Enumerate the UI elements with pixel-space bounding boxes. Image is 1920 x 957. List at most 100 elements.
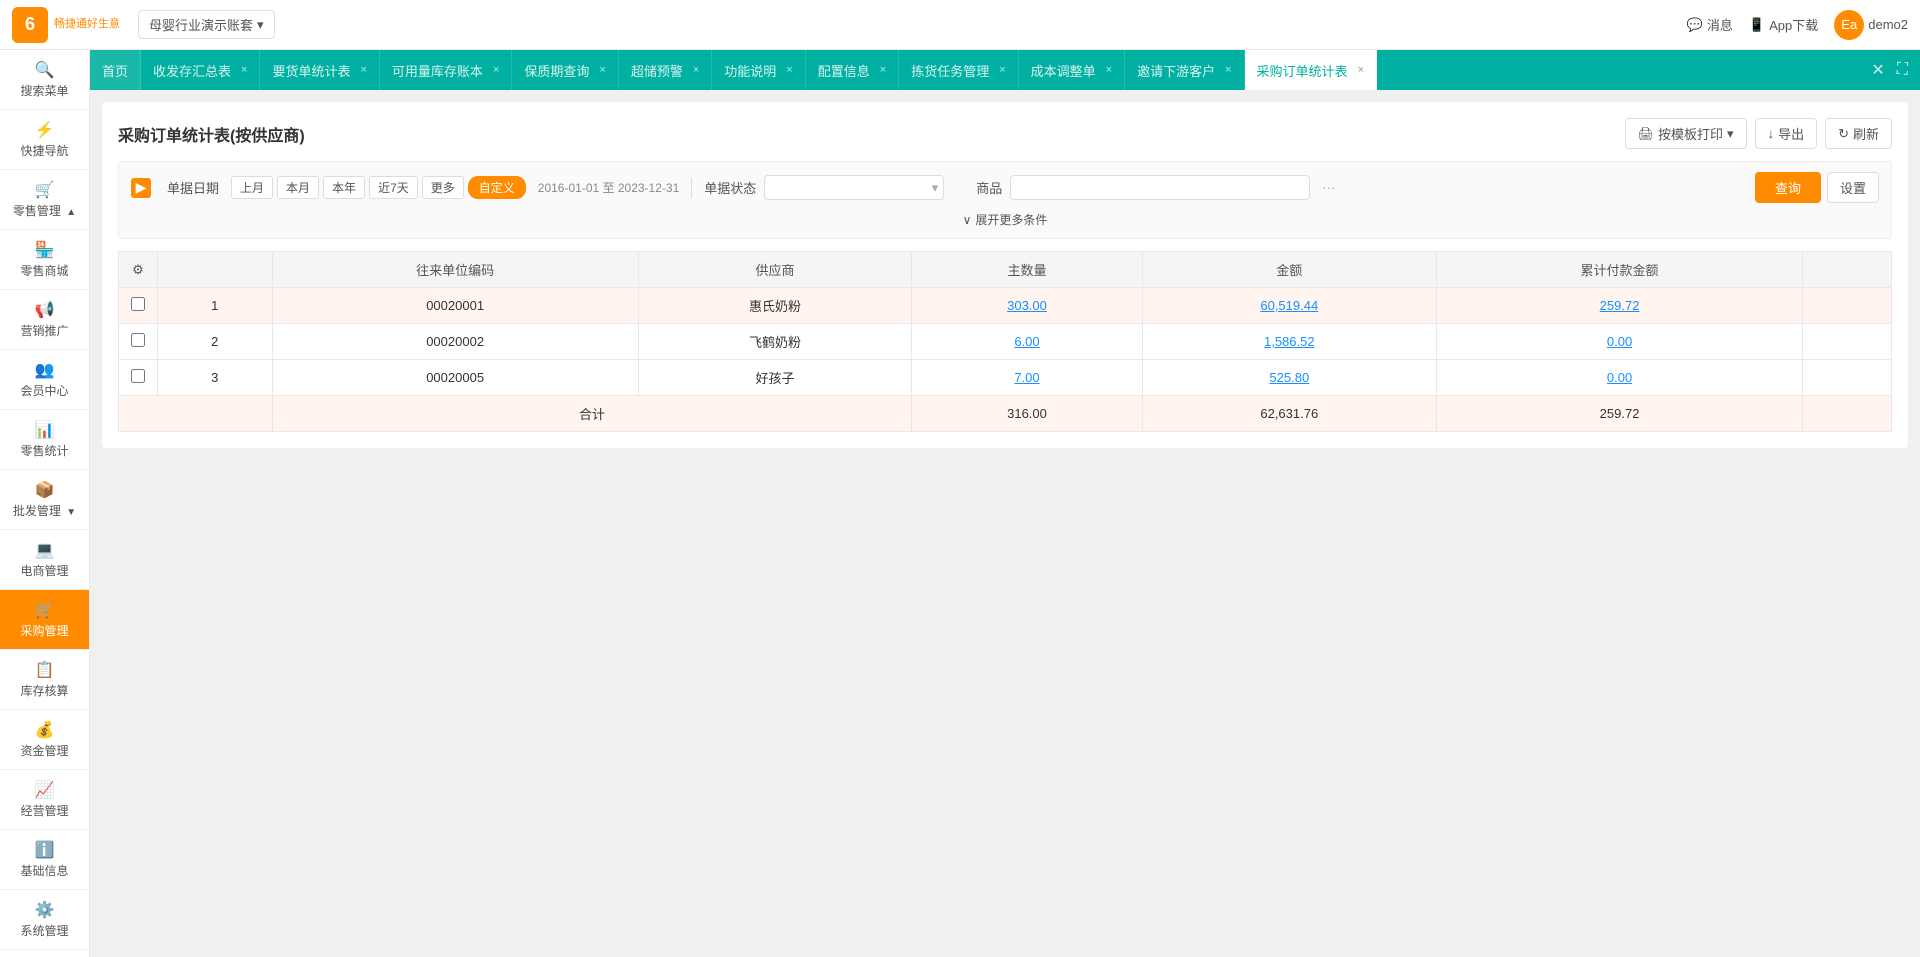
close-all-tabs-icon[interactable]: ✕ xyxy=(1867,56,1888,84)
this-month-btn[interactable]: 本月 xyxy=(277,176,319,199)
message-button[interactable]: 💬 消息 xyxy=(1687,15,1733,34)
sidebar-item-basic-info[interactable]: ℹ️ 基础信息 xyxy=(0,830,89,890)
tab-label: 邀请下游客户 xyxy=(1137,61,1215,80)
row-checkbox-cell[interactable] xyxy=(119,324,158,360)
tab-purchase-order-stats[interactable]: 采购订单统计表 × xyxy=(1245,50,1377,90)
maximize-icon[interactable]: ⛶ xyxy=(1893,57,1912,83)
row-checkbox-cell[interactable] xyxy=(119,360,158,396)
tab-invite-downstream[interactable]: 邀请下游客户 × xyxy=(1125,50,1244,90)
goods-more-icon[interactable]: ··· xyxy=(1322,180,1335,195)
sidebar-item-wholesale-mgmt[interactable]: 📦 批发管理 ▼ xyxy=(0,470,89,530)
tab-function-desc[interactable]: 功能说明 × xyxy=(712,50,805,90)
tab-close-icon[interactable]: × xyxy=(1106,64,1112,76)
table-row[interactable]: 3 00020005 好孩子 7.00 525.80 0.00 xyxy=(119,360,1892,396)
row-checkbox-cell[interactable] xyxy=(119,288,158,324)
row-paid[interactable]: 259.72 xyxy=(1437,288,1803,324)
sidebar-item-member-center[interactable]: 👥 会员中心 xyxy=(0,350,89,410)
print-label: 按模板打印 xyxy=(1658,124,1723,143)
tab-home[interactable]: 首页 xyxy=(90,50,141,90)
tab-close-icon[interactable]: × xyxy=(786,64,792,76)
row-supplier: 惠氏奶粉 xyxy=(638,288,912,324)
print-button[interactable]: 🖨 按模板打印 ▾ xyxy=(1625,118,1747,149)
tab-close-icon[interactable]: × xyxy=(360,64,366,76)
action-buttons: 查询 设置 xyxy=(1755,172,1879,203)
data-table: ⚙ 往来单位编码 供应商 主数量 金额 累计付款金额 1 000200 xyxy=(118,251,1892,432)
sidebar-item-system-mgmt[interactable]: ⚙️ 系统管理 xyxy=(0,890,89,950)
tab-close-icon[interactable]: × xyxy=(999,64,1005,76)
tab-receive-send-summary[interactable]: 收发存汇总表 × xyxy=(141,50,260,90)
col-extra xyxy=(1803,252,1892,288)
sidebar-item-purchase-mgmt[interactable]: 🛒 采购管理 xyxy=(0,590,89,650)
sidebar-item-label: 批发管理 xyxy=(13,504,61,518)
tab-order-stats[interactable]: 要货单统计表 × xyxy=(260,50,379,90)
export-button[interactable]: ↓ 导出 xyxy=(1755,118,1818,149)
refresh-button[interactable]: ↻ 刷新 xyxy=(1825,118,1892,149)
tab-pick-task-mgmt[interactable]: 拣货任务管理 × xyxy=(899,50,1018,90)
page-title: 采购订单统计表(按供应商) xyxy=(118,122,305,146)
status-select[interactable] xyxy=(764,175,944,200)
workspace-selector[interactable]: 母婴行业演示账套 ▾ xyxy=(138,10,275,39)
tab-close-icon[interactable]: × xyxy=(1358,64,1364,76)
footer-label: 合计 xyxy=(272,396,912,432)
more-date-btn[interactable]: 更多 xyxy=(422,176,464,199)
search-button[interactable]: 查询 xyxy=(1755,172,1821,203)
sidebar-item-search[interactable]: 🔍 搜索菜单 xyxy=(0,50,89,110)
settings-button[interactable]: 设置 xyxy=(1827,172,1879,203)
row-checkbox[interactable] xyxy=(131,369,145,383)
tab-config-info[interactable]: 配置信息 × xyxy=(806,50,899,90)
row-paid[interactable]: 0.00 xyxy=(1437,360,1803,396)
col-settings[interactable]: ⚙ xyxy=(119,252,158,288)
sidebar-item-enterprise-collab[interactable]: 🤝 企业协同 xyxy=(0,950,89,957)
row-paid[interactable]: 0.00 xyxy=(1437,324,1803,360)
this-year-btn[interactable]: 本年 xyxy=(323,176,365,199)
row-qty[interactable]: 7.00 xyxy=(912,360,1142,396)
tab-close-icon[interactable]: × xyxy=(241,64,247,76)
sidebar-item-inventory[interactable]: 📋 库存核算 xyxy=(0,650,89,710)
row-qty[interactable]: 303.00 xyxy=(912,288,1142,324)
sidebar-item-finance[interactable]: 💰 资金管理 xyxy=(0,710,89,770)
row-amount[interactable]: 60,519.44 xyxy=(1142,288,1436,324)
col-code: 往来单位编码 xyxy=(272,252,638,288)
sidebar-item-retail-mall[interactable]: 🏪 零售商城 xyxy=(0,230,89,290)
nav-tabs: 首页 收发存汇总表 × 要货单统计表 × 可用量库存账本 × 保质期查询 × 超… xyxy=(90,50,1920,90)
sidebar-item-ecommerce[interactable]: 💻 电商管理 xyxy=(0,530,89,590)
tab-overstock-warning[interactable]: 超储预警 × xyxy=(619,50,712,90)
row-checkbox[interactable] xyxy=(131,297,145,311)
tab-close-icon[interactable]: × xyxy=(693,64,699,76)
sidebar-item-label: 零售管理 xyxy=(13,204,61,218)
sidebar-item-retail-stats[interactable]: 📊 零售统计 xyxy=(0,410,89,470)
sidebar-item-operations[interactable]: 📈 经营管理 xyxy=(0,770,89,830)
marketing-icon: 📢 xyxy=(4,300,85,320)
tab-expiry-query[interactable]: 保质期查询 × xyxy=(512,50,618,90)
status-label: 单据状态 xyxy=(704,178,756,197)
ecommerce-icon: 💻 xyxy=(4,540,85,560)
tab-close-icon[interactable]: × xyxy=(599,64,605,76)
sidebar-item-marketing[interactable]: 📢 营销推广 xyxy=(0,290,89,350)
last-7-days-btn[interactable]: 近7天 xyxy=(369,176,418,199)
row-supplier: 好孩子 xyxy=(638,360,912,396)
tab-close-icon[interactable]: × xyxy=(1225,64,1231,76)
tab-close-icon[interactable]: × xyxy=(880,64,886,76)
row-amount[interactable]: 525.80 xyxy=(1142,360,1436,396)
tab-cost-adjustment[interactable]: 成本调整单 × xyxy=(1019,50,1125,90)
table-row[interactable]: 2 00020002 飞鹤奶粉 6.00 1,586.52 0.00 xyxy=(119,324,1892,360)
sidebar-item-quick-nav[interactable]: ⚡ 快捷导航 xyxy=(0,110,89,170)
sidebar-item-retail-mgmt[interactable]: 🛒 零售管理 ▲ xyxy=(0,170,89,230)
filter-toggle-button[interactable]: ▶ xyxy=(131,178,151,198)
tab-label: 保质期查询 xyxy=(524,61,589,80)
row-checkbox[interactable] xyxy=(131,333,145,347)
goods-input[interactable] xyxy=(1010,175,1310,200)
row-qty[interactable]: 6.00 xyxy=(912,324,1142,360)
tab-close-icon[interactable]: × xyxy=(493,64,499,76)
last-month-btn[interactable]: 上月 xyxy=(231,176,273,199)
sidebar-item-label: 基础信息 xyxy=(20,864,68,878)
user-area[interactable]: Ea demo2 xyxy=(1834,10,1908,40)
table-row[interactable]: 1 00020001 惠氏奶粉 303.00 60,519.44 259.72 xyxy=(119,288,1892,324)
row-amount[interactable]: 1,586.52 xyxy=(1142,324,1436,360)
tab-available-stock[interactable]: 可用量库存账本 × xyxy=(380,50,512,90)
sidebar-item-label: 电商管理 xyxy=(20,564,68,578)
footer-extra xyxy=(1803,396,1892,432)
expand-more-button[interactable]: ∨ 展开更多条件 xyxy=(963,211,1048,228)
custom-date-btn[interactable]: 自定义 xyxy=(468,176,526,199)
app-download-button[interactable]: 📱 App下载 xyxy=(1749,15,1818,34)
